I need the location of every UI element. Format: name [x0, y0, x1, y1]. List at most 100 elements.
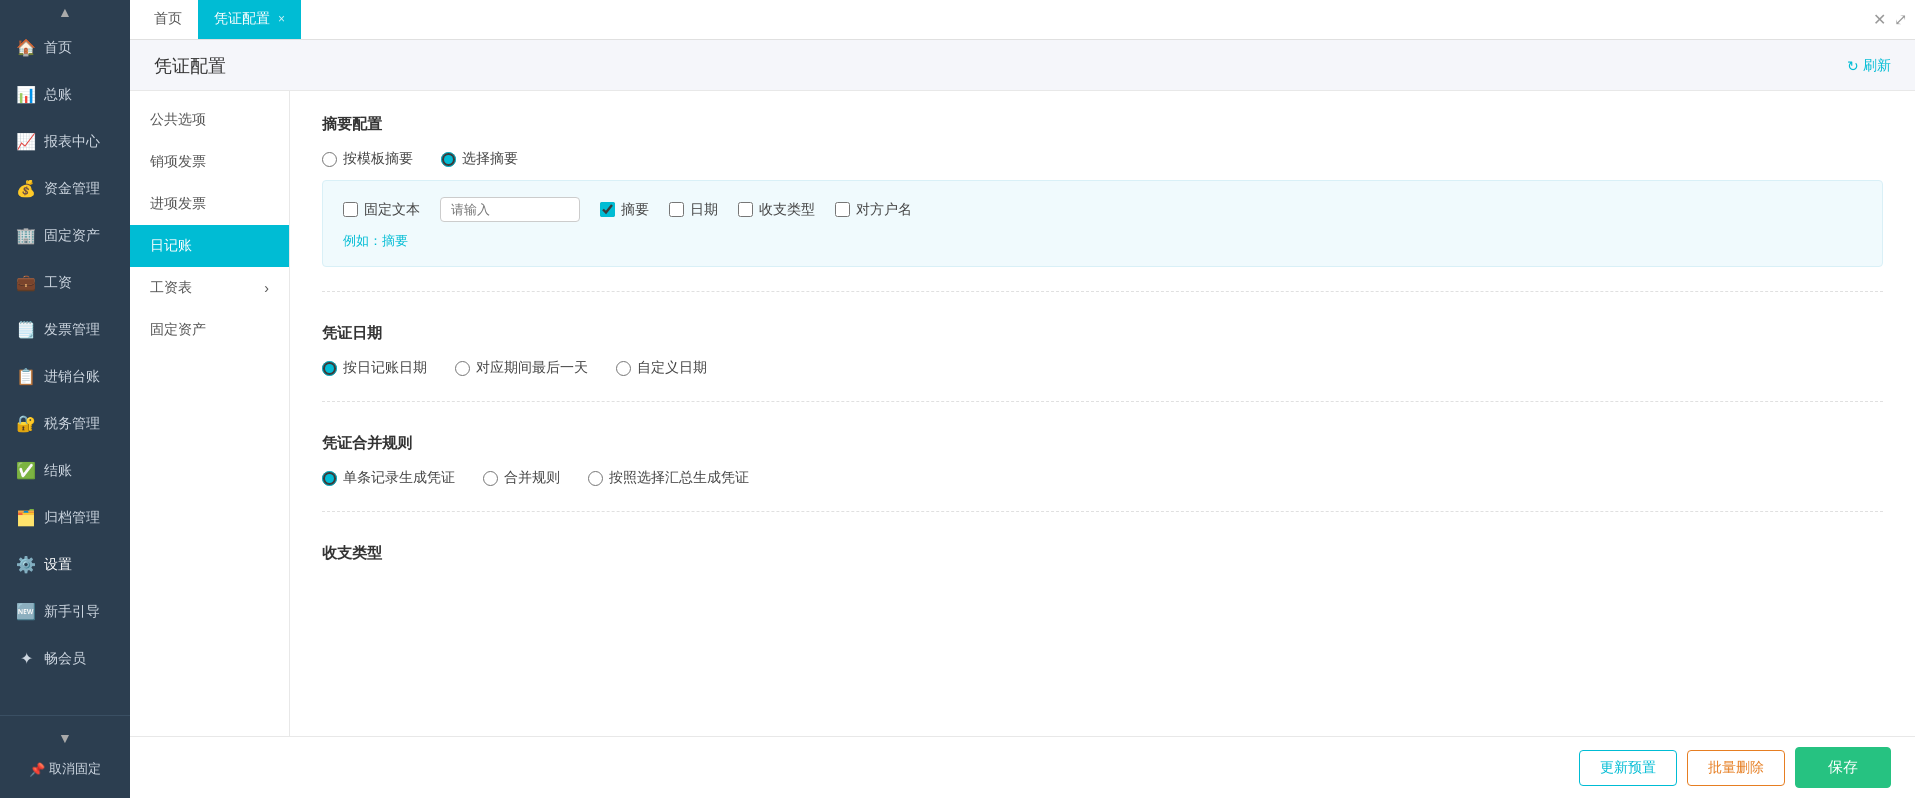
leftnav-item-journal[interactable]: 日记账: [130, 225, 289, 267]
sidebar-item-label: 进销台账: [44, 368, 100, 386]
abstract-checkbox[interactable]: [600, 202, 615, 217]
abstract-radio-group: 按模板摘要 选择摘要: [322, 150, 1883, 168]
merge-rule[interactable]: 合并规则: [483, 469, 560, 487]
leftnav-item-fixed-assets[interactable]: 固定资产: [130, 309, 289, 351]
income-type-checkbox[interactable]: [738, 202, 753, 217]
abstract-section-title: 摘要配置: [322, 115, 1883, 134]
refresh-button[interactable]: ↻ 刷新: [1847, 57, 1891, 75]
abstract-select-radio[interactable]: [441, 152, 456, 167]
sidebar: ▲ 🏠 首页 📊 总账 📈 报表中心 💰 资金管理 🏢 固定资产 💼 工资 🗒️…: [0, 0, 130, 798]
merge-rules-radio-group: 单条记录生成凭证 合并规则 按照选择汇总生成凭证: [322, 469, 1883, 487]
settle-icon: ✅: [16, 461, 36, 480]
tab-voucher-config[interactable]: 凭证配置 ×: [198, 0, 301, 39]
cancel-fix-label: 取消固定: [49, 760, 101, 778]
checkbox-fixed-text[interactable]: 固定文本: [343, 201, 420, 219]
sidebar-item-label: 首页: [44, 39, 72, 57]
section-merge-rules: 凭证合并规则 单条记录生成凭证 合并规则 按照选择汇总生成凭证: [322, 434, 1883, 512]
last-day-label: 对应期间最后一天: [476, 359, 588, 377]
sidebar-item-label: 工资: [44, 274, 72, 292]
tab-home[interactable]: 首页: [138, 0, 198, 39]
window-restore-icon[interactable]: ⤢: [1894, 10, 1907, 29]
window-close-icon[interactable]: ✕: [1873, 10, 1886, 29]
sidebar-item-vip[interactable]: ✦ 畅会员: [0, 635, 130, 682]
chevron-right-icon: ›: [264, 280, 269, 296]
sidebar-item-guide[interactable]: 🆕 新手引导: [0, 588, 130, 635]
leftnav-item-payroll-table[interactable]: 工资表 ›: [130, 267, 289, 309]
select-merge-radio[interactable]: [588, 471, 603, 486]
checkbox-income-type[interactable]: 收支类型: [738, 201, 815, 219]
fixed-text-checkbox[interactable]: [343, 202, 358, 217]
sidebar-item-home[interactable]: 🏠 首页: [0, 24, 130, 71]
main-area: 首页 凭证配置 × ✕ ⤢ 凭证配置 ↻ 刷新 公共选项 销项发票 进: [130, 0, 1915, 798]
voucher-date-title: 凭证日期: [322, 324, 1883, 343]
sidebar-scroll-up[interactable]: ▲: [0, 0, 130, 24]
page-title: 凭证配置: [154, 54, 226, 78]
section-abstract: 摘要配置 按模板摘要 选择摘要 固定文本: [322, 115, 1883, 292]
merge-single[interactable]: 单条记录生成凭证: [322, 469, 455, 487]
abstract-template-radio[interactable]: [322, 152, 337, 167]
sidebar-item-settings[interactable]: ⚙️ 设置: [0, 541, 130, 588]
voucher-date-journal[interactable]: 按日记账日期: [322, 359, 427, 377]
custom-date-radio[interactable]: [616, 361, 631, 376]
sidebar-item-finance[interactable]: 💰 资金管理: [0, 165, 130, 212]
leftnav-item-purchase-invoice[interactable]: 进项发票: [130, 183, 289, 225]
single-radio[interactable]: [322, 471, 337, 486]
merge-select[interactable]: 按照选择汇总生成凭证: [588, 469, 749, 487]
refresh-icon: ↻: [1847, 58, 1859, 74]
single-label: 单条记录生成凭证: [343, 469, 455, 487]
sidebar-item-label: 发票管理: [44, 321, 100, 339]
voucher-date-last-day[interactable]: 对应期间最后一天: [455, 359, 588, 377]
sidebar-item-label: 归档管理: [44, 509, 100, 527]
right-content: 摘要配置 按模板摘要 选择摘要 固定文本: [290, 91, 1915, 736]
sidebar-item-ledger[interactable]: 📊 总账: [0, 71, 130, 118]
counterpart-checkbox[interactable]: [835, 202, 850, 217]
tab-close-icon[interactable]: ×: [278, 12, 285, 26]
fixed-text-input[interactable]: [440, 197, 580, 222]
sidebar-item-label: 设置: [44, 556, 72, 574]
sidebar-item-label: 固定资产: [44, 227, 100, 245]
settings-icon: ⚙️: [16, 555, 36, 574]
update-preview-button[interactable]: 更新预置: [1579, 750, 1677, 786]
finance-icon: 💰: [16, 179, 36, 198]
leftnav-item-sales-invoice[interactable]: 销项发票: [130, 141, 289, 183]
abstract-preview: 例如：摘要: [343, 232, 1862, 250]
refresh-label: 刷新: [1863, 57, 1891, 75]
merge-rules-title: 凭证合并规则: [322, 434, 1883, 453]
batch-delete-button[interactable]: 批量删除: [1687, 750, 1785, 786]
voucher-date-custom[interactable]: 自定义日期: [616, 359, 707, 377]
checkbox-date[interactable]: 日期: [669, 201, 718, 219]
merge-radio[interactable]: [483, 471, 498, 486]
sidebar-item-reports[interactable]: 📈 报表中心: [0, 118, 130, 165]
page-header: 凭证配置 ↻ 刷新: [130, 40, 1915, 91]
home-icon: 🏠: [16, 38, 36, 57]
sidebar-item-settle[interactable]: ✅ 结账: [0, 447, 130, 494]
sidebar-item-label: 结账: [44, 462, 72, 480]
pin-icon: 📌: [29, 762, 45, 777]
leftnav-item-public[interactable]: 公共选项: [130, 99, 289, 141]
abstract-select-label: 选择摘要: [462, 150, 518, 168]
save-button[interactable]: 保存: [1795, 747, 1891, 788]
sidebar-scroll-down[interactable]: ▼: [0, 726, 130, 750]
sidebar-item-sales[interactable]: 📋 进销台账: [0, 353, 130, 400]
checkbox-counterpart[interactable]: 对方户名: [835, 201, 912, 219]
fixed-text-label: 固定文本: [364, 201, 420, 219]
date-checkbox[interactable]: [669, 202, 684, 217]
tab-home-label: 首页: [154, 10, 182, 28]
bottom-action-bar: 更新预置 批量删除 保存: [130, 736, 1915, 798]
invoice-icon: 🗒️: [16, 320, 36, 339]
sidebar-item-label: 资金管理: [44, 180, 100, 198]
tab-bar: 首页 凭证配置 × ✕ ⤢: [130, 0, 1915, 40]
cancel-fix-button[interactable]: 📌 取消固定: [0, 750, 130, 788]
abstract-config-box: 固定文本 摘要 日期 收支类型: [322, 180, 1883, 267]
journal-date-radio[interactable]: [322, 361, 337, 376]
sidebar-item-archive[interactable]: 🗂️ 归档管理: [0, 494, 130, 541]
sidebar-item-invoice[interactable]: 🗒️ 发票管理: [0, 306, 130, 353]
last-day-radio[interactable]: [455, 361, 470, 376]
sidebar-item-payroll[interactable]: 💼 工资: [0, 259, 130, 306]
sidebar-item-label: 税务管理: [44, 415, 100, 433]
sidebar-item-assets[interactable]: 🏢 固定资产: [0, 212, 130, 259]
abstract-radio-select[interactable]: 选择摘要: [441, 150, 518, 168]
abstract-radio-template[interactable]: 按模板摘要: [322, 150, 413, 168]
sidebar-item-tax[interactable]: 🔐 税务管理: [0, 400, 130, 447]
checkbox-abstract[interactable]: 摘要: [600, 201, 649, 219]
